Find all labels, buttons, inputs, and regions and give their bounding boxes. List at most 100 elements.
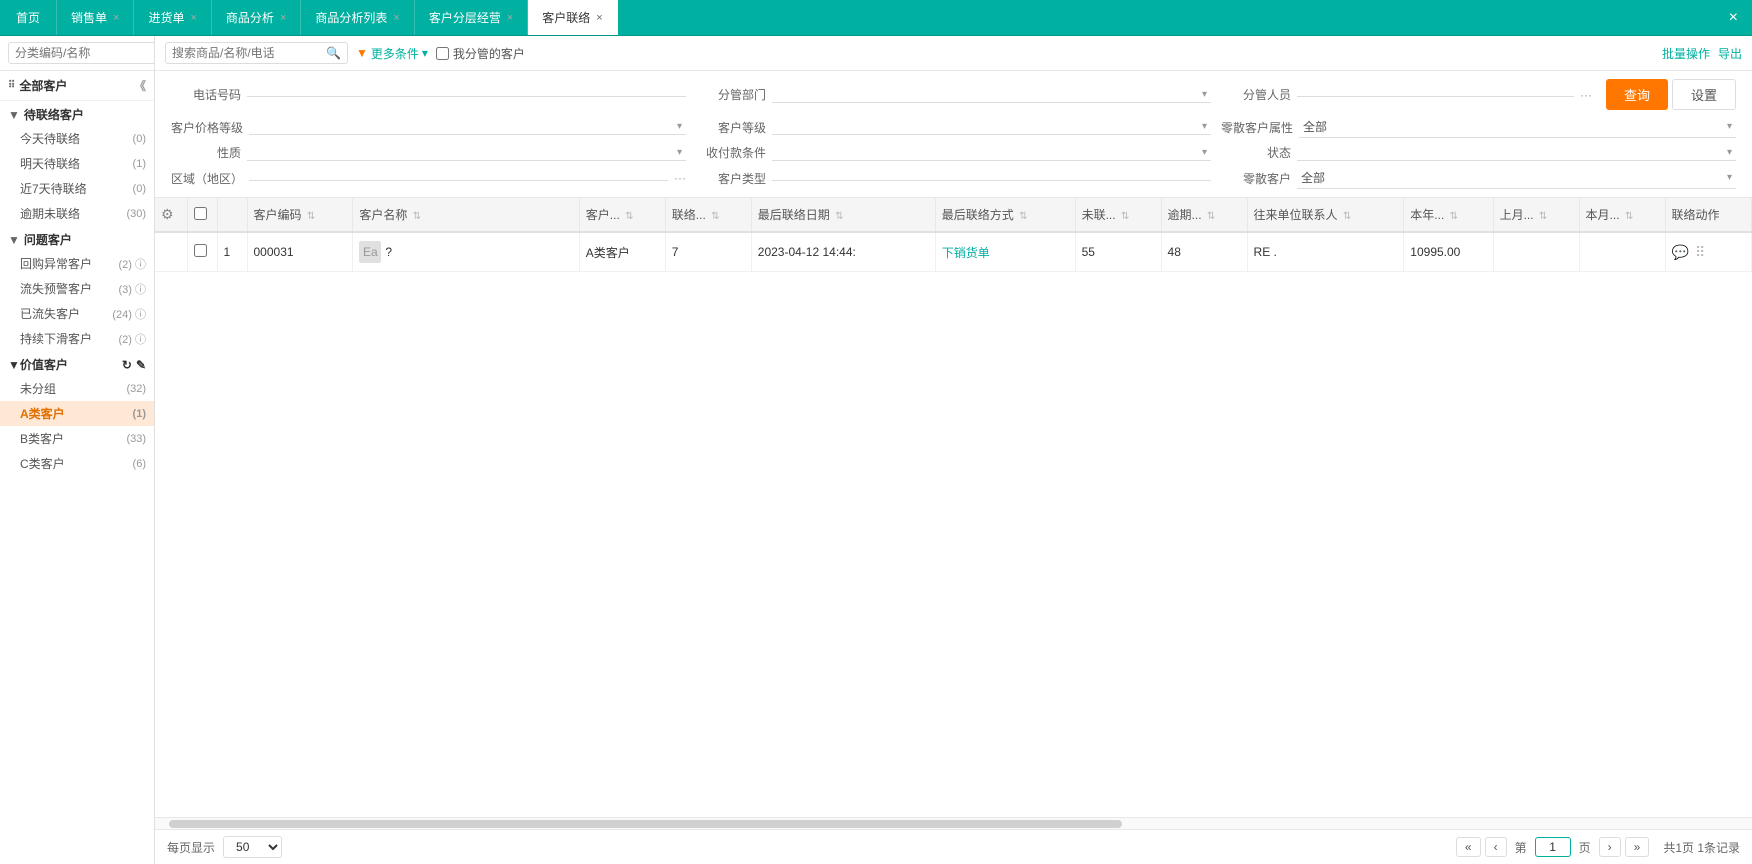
manager-ellipsis[interactable]: ···	[1580, 88, 1592, 102]
sidebar-item-tomorrow[interactable]: 明天待联络 (1)	[0, 151, 154, 176]
price-level-label: 客户价格等级	[171, 119, 243, 136]
region-input[interactable]	[249, 176, 668, 181]
col-this-year[interactable]: 本年... ⇅	[1404, 198, 1493, 232]
col-category[interactable]: 客户... ⇅	[579, 198, 665, 232]
col-contact[interactable]: 联络... ⇅	[665, 198, 751, 232]
settings-button[interactable]: 设置	[1672, 79, 1736, 110]
pagination: « ‹ 第 页 › » 共1页 1条记录	[1456, 837, 1740, 857]
sidebar-item-b-class[interactable]: B类客户 (33)	[0, 426, 154, 451]
sidebar-item-abnormal[interactable]: 回购异常客户 (2) ⓘ	[0, 251, 154, 276]
phone-input[interactable]	[247, 92, 686, 97]
horizontal-scrollbar[interactable]	[169, 820, 1122, 828]
row-action-cell: 💬 ⠿	[1665, 232, 1751, 272]
message-icon[interactable]: 💬	[1672, 244, 1689, 261]
table-body: 1 000031 Ea ?	[155, 232, 1752, 272]
payment-label: 收付款条件	[696, 144, 766, 161]
query-button[interactable]: 查询	[1606, 79, 1668, 110]
region-ellipsis[interactable]: ···	[674, 171, 686, 185]
page-size-select[interactable]: 50 100	[223, 836, 282, 858]
filter-my-customers[interactable]: 我分管的客户	[436, 45, 525, 62]
tab-purchase[interactable]: 进货单 ×	[134, 0, 211, 35]
my-customers-checkbox[interactable]	[436, 47, 449, 60]
sidebar-item-overdue[interactable]: 逾期未联络 (30)	[0, 201, 154, 226]
manager-input[interactable]	[1297, 92, 1574, 97]
customer-name-container: Ea ?	[359, 241, 572, 263]
customer-type-input[interactable]	[772, 176, 1211, 181]
sidebar-item-churned[interactable]: 已流失客户 (24) ⓘ	[0, 301, 154, 326]
tab-customer-segment[interactable]: 客户分层经营 ×	[415, 0, 528, 35]
col-code[interactable]: 客户编码 ⇅	[247, 198, 353, 232]
tab-sales[interactable]: 销售单 ×	[57, 0, 134, 35]
tab-home[interactable]: 首页	[0, 0, 57, 35]
page-of-label: 页	[1579, 839, 1591, 856]
page-current-input[interactable]	[1535, 837, 1571, 857]
page-last-button[interactable]: »	[1625, 837, 1650, 857]
customer-level-chevron: ▾	[1202, 121, 1207, 132]
retail-attr-value: 全部	[1303, 118, 1327, 135]
collapse-icon[interactable]: 《	[134, 77, 146, 94]
col-contact-label: 联络...	[672, 208, 706, 222]
filter-search-input[interactable]	[172, 46, 322, 60]
export-label[interactable]: 导出	[1718, 45, 1742, 62]
col-this-month[interactable]: 本月... ⇅	[1579, 198, 1665, 232]
pending-section-label: 待联络客户	[24, 106, 84, 123]
tab-analysis-list[interactable]: 商品分析列表 ×	[301, 0, 414, 35]
page-first-button[interactable]: «	[1456, 837, 1481, 857]
sidebar-search-input[interactable]	[8, 42, 155, 64]
col-overdue[interactable]: 逾期... ⇅	[1161, 198, 1247, 232]
sidebar-item-7days[interactable]: 近7天待联络 (0)	[0, 176, 154, 201]
refresh-icon[interactable]: ↻	[122, 358, 132, 372]
row-checkbox[interactable]	[194, 244, 207, 257]
customer-avatar: Ea	[359, 241, 381, 263]
dept-select[interactable]: ▾	[772, 87, 1211, 103]
status-select[interactable]: ▾	[1297, 145, 1736, 161]
customer-level-select[interactable]: ▾	[772, 119, 1211, 135]
tab-analysis-list-close[interactable]: ×	[393, 12, 399, 24]
retail-customer-select[interactable]: 全部 ▾	[1297, 167, 1736, 189]
sidebar-item-declining[interactable]: 持续下滑客户 (2) ⓘ	[0, 326, 154, 351]
sidebar-item-churn-warning-count: (3) ⓘ	[119, 281, 147, 297]
page-prev-button[interactable]: ‹	[1485, 837, 1507, 857]
col-overdue-sort: ⇅	[1207, 211, 1215, 222]
tab-customer-contact-label: 客户联络	[542, 9, 590, 26]
tab-customer-segment-close[interactable]: ×	[507, 12, 513, 24]
window-close-button[interactable]: ×	[1715, 9, 1752, 27]
sidebar-item-c-class[interactable]: C类客户 (6)	[0, 451, 154, 476]
col-no-contact[interactable]: 未联... ⇅	[1075, 198, 1161, 232]
nature-select[interactable]: ▾	[247, 145, 686, 161]
col-last-contact-date[interactable]: 最后联络日期 ⇅	[751, 198, 935, 232]
sidebar-item-churn-warning[interactable]: 流失预警客户 (3) ⓘ	[0, 276, 154, 301]
col-name[interactable]: 客户名称 ⇅	[353, 198, 579, 232]
col-code-label: 客户编码	[254, 208, 302, 222]
page-next-button[interactable]: ›	[1599, 837, 1621, 857]
filter-search-icon[interactable]: 🔍	[326, 46, 341, 60]
col-company-contact[interactable]: 往来单位联系人 ⇅	[1247, 198, 1404, 232]
tab-analysis[interactable]: 商品分析 ×	[212, 0, 301, 35]
tab-customer-segment-label: 客户分层经营	[429, 9, 501, 26]
sidebar-item-unclassified[interactable]: 未分组 (32)	[0, 376, 154, 401]
sidebar-item-a-class[interactable]: A类客户 (1)	[0, 401, 154, 426]
filter-more-button[interactable]: ▼ 更多条件 ▾	[356, 45, 428, 62]
no-contact-days: 55	[1082, 245, 1095, 259]
batch-ops-label[interactable]: 批量操作	[1662, 45, 1710, 62]
edit-icon[interactable]: ✎	[136, 358, 146, 372]
col-this-year-sort: ⇅	[1450, 211, 1458, 222]
payment-select[interactable]: ▾	[772, 145, 1211, 161]
tab-purchase-close[interactable]: ×	[190, 12, 196, 24]
price-level-select[interactable]: ▾	[249, 119, 686, 135]
select-all-checkbox[interactable]	[194, 207, 207, 220]
qr-icon[interactable]: ⠿	[1695, 244, 1705, 261]
gear-icon[interactable]: ⚙	[161, 206, 174, 222]
row-this-month-cell	[1579, 232, 1665, 272]
col-last-month[interactable]: 上月... ⇅	[1493, 198, 1579, 232]
sidebar-search-area: 🔍	[0, 36, 154, 71]
tab-analysis-close[interactable]: ×	[280, 12, 286, 24]
col-last-contact-method[interactable]: 最后联络方式 ⇅	[935, 198, 1075, 232]
last-contact-method[interactable]: 下销货单	[942, 246, 990, 260]
sidebar-item-today[interactable]: 今天待联络 (0)	[0, 126, 154, 151]
tab-customer-contact-close[interactable]: ×	[596, 12, 602, 24]
retail-attr-select[interactable]: 全部 ▾	[1299, 116, 1736, 138]
tab-sales-close[interactable]: ×	[113, 12, 119, 24]
tab-customer-contact[interactable]: 客户联络 ×	[528, 0, 617, 35]
col-last-month-label: 上月...	[1500, 208, 1534, 222]
